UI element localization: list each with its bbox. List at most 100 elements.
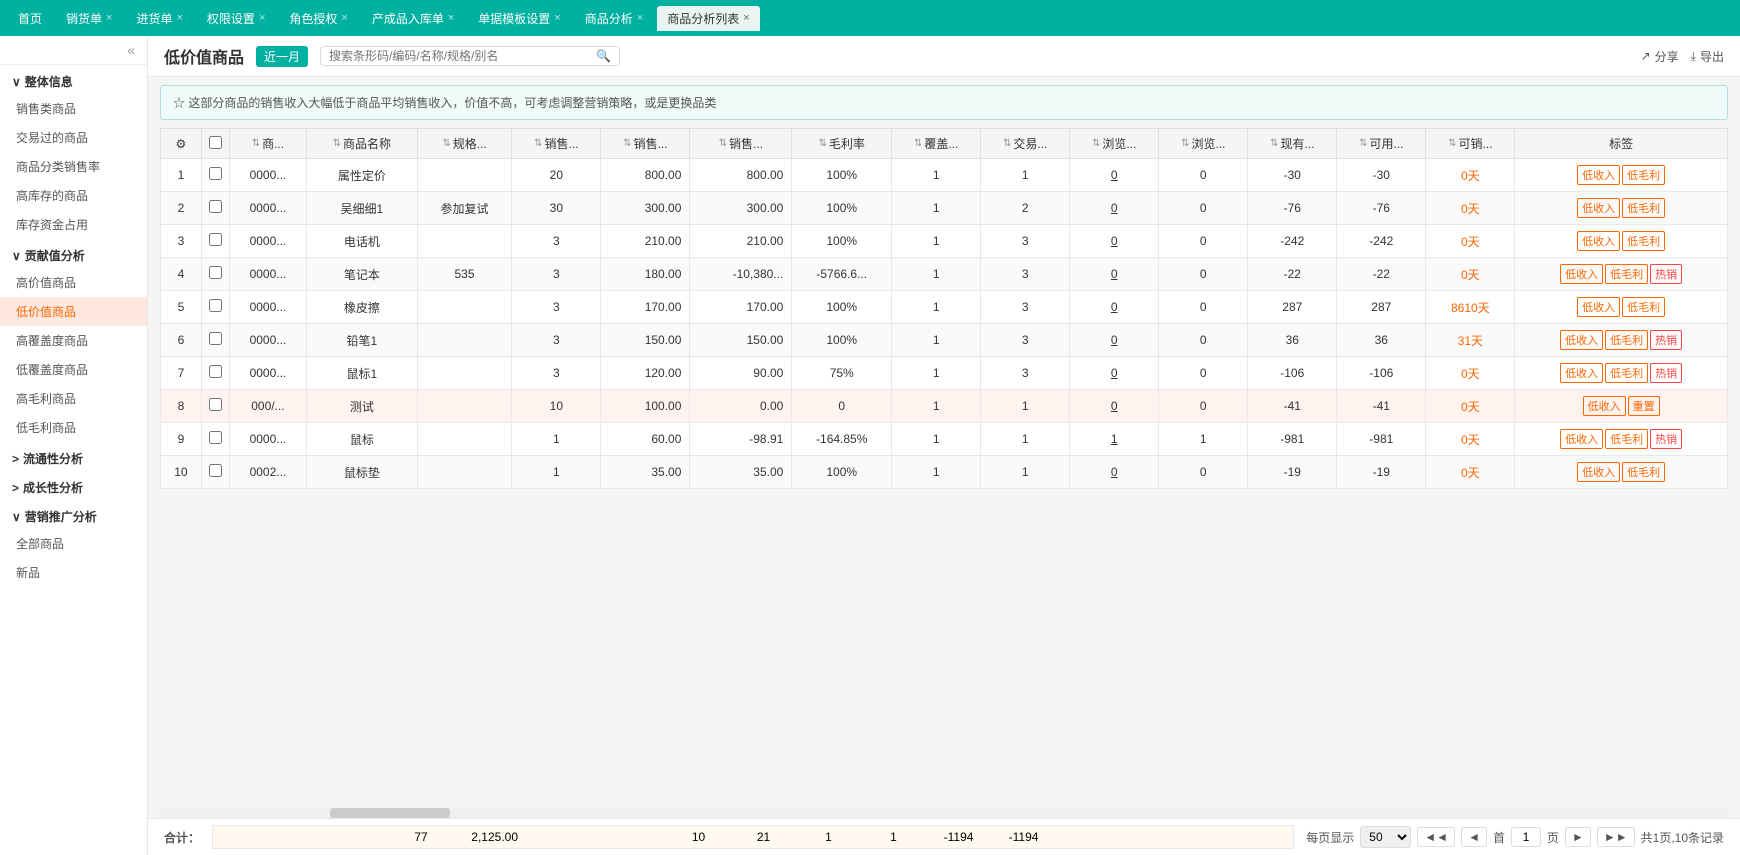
browse-link[interactable]: 0 [1111, 333, 1118, 347]
nav-template-settings[interactable]: 单据模板设置 × [468, 6, 570, 31]
sidebar-item-high-coverage[interactable]: 高覆盖度商品 [0, 326, 147, 355]
next-page-button[interactable]: ► [1565, 827, 1591, 847]
settings-icon[interactable]: ⚙ [176, 137, 187, 151]
col-checkbox[interactable] [201, 129, 229, 159]
close-icon[interactable]: × [106, 12, 112, 24]
nav-sales-order[interactable]: 销货单 × [56, 6, 122, 31]
row-checkbox-cell[interactable] [201, 423, 229, 456]
sidebar-item-high-stock[interactable]: 高库存的商品 [0, 181, 147, 210]
col-coverage-header[interactable]: ⇅覆盖... [892, 129, 981, 159]
nav-product-analysis[interactable]: 商品分析 × [575, 6, 653, 31]
close-icon[interactable]: × [341, 12, 347, 24]
filter-tag-recent-month[interactable]: 近一月 [256, 46, 308, 67]
nav-role-auth[interactable]: 角色授权 × [279, 6, 357, 31]
product-browse[interactable]: 0 [1070, 390, 1159, 423]
current-page-input[interactable] [1511, 827, 1541, 847]
row-checkbox-cell[interactable] [201, 357, 229, 390]
col-avg-sales-header[interactable]: ⇅销售... [690, 129, 792, 159]
browse-link[interactable]: 0 [1111, 201, 1118, 215]
browse-link[interactable]: 0 [1111, 465, 1118, 479]
sidebar-item-low-coverage[interactable]: 低覆盖度商品 [0, 355, 147, 384]
col-spec-header[interactable]: ⇅规格... [417, 129, 512, 159]
row-checkbox[interactable] [209, 398, 222, 411]
nav-home[interactable]: 首页 [8, 6, 52, 31]
browse-link[interactable]: 0 [1111, 399, 1118, 413]
row-checkbox[interactable] [209, 431, 222, 444]
sidebar-item-high-value[interactable]: 高价值商品 [0, 268, 147, 297]
sidebar-group-growth[interactable]: > 成长性分析 [0, 471, 147, 500]
per-page-select[interactable]: 50 100 200 [1360, 826, 1411, 848]
row-checkbox[interactable] [209, 365, 222, 378]
close-icon[interactable]: × [176, 12, 182, 24]
row-checkbox[interactable] [209, 266, 222, 279]
product-browse[interactable]: 1 [1070, 423, 1159, 456]
sidebar-item-traded-products[interactable]: 交易过的商品 [0, 123, 147, 152]
product-browse[interactable]: 0 [1070, 225, 1159, 258]
col-sales-header[interactable]: ⇅销售... [601, 129, 690, 159]
product-browse[interactable]: 0 [1070, 357, 1159, 390]
row-checkbox-cell[interactable] [201, 258, 229, 291]
sidebar-item-high-margin[interactable]: 高毛利商品 [0, 384, 147, 413]
nav-product-inbound[interactable]: 产成品入库单 × [362, 6, 464, 31]
close-icon[interactable]: × [259, 12, 265, 24]
export-button[interactable]: ⤓ 导出 [1691, 48, 1724, 65]
close-icon[interactable]: × [448, 12, 454, 24]
row-checkbox[interactable] [209, 464, 222, 477]
col-settings[interactable]: ⚙ [161, 129, 202, 159]
sidebar-item-category-sales[interactable]: 商品分类销售率 [0, 152, 147, 181]
sidebar-item-low-value[interactable]: 低价值商品 [0, 297, 147, 326]
browse-link[interactable]: 0 [1111, 300, 1118, 314]
browse-link[interactable]: 0 [1111, 234, 1118, 248]
col-code-header[interactable]: ⇅商... [229, 129, 306, 159]
row-checkbox[interactable] [209, 200, 222, 213]
row-checkbox-cell[interactable] [201, 192, 229, 225]
close-icon[interactable]: × [554, 12, 560, 24]
close-icon[interactable]: × [743, 12, 749, 24]
sidebar-item-all-products[interactable]: 全部商品 [0, 529, 147, 558]
table-container[interactable]: ⚙ ⇅商... ⇅商品名称 ⇅规格... ⇅销售... ⇅销售... ⇅销售..… [160, 128, 1728, 808]
prev-page-button[interactable]: ◄ [1461, 827, 1487, 847]
row-checkbox-cell[interactable] [201, 225, 229, 258]
row-checkbox-cell[interactable] [201, 291, 229, 324]
col-gross-rate-header[interactable]: ⇅毛利率 [792, 129, 892, 159]
nav-product-analysis-list[interactable]: 商品分析列表 × [657, 6, 759, 31]
sidebar-group-overall[interactable]: ∨ 整体信息 [0, 65, 147, 94]
horizontal-scrollbar[interactable] [160, 808, 1728, 818]
search-icon[interactable]: 🔍 [596, 49, 611, 63]
share-button[interactable]: ↗ 分享 [1641, 48, 1679, 65]
sidebar-item-new-products[interactable]: 新品 [0, 558, 147, 587]
row-checkbox[interactable] [209, 299, 222, 312]
col-browse1-header[interactable]: ⇅浏览... [1070, 129, 1159, 159]
browse-link[interactable]: 1 [1111, 432, 1118, 446]
collapse-button[interactable]: « [123, 40, 139, 60]
row-checkbox-cell[interactable] [201, 159, 229, 192]
browse-link[interactable]: 0 [1111, 366, 1118, 380]
col-avail-header[interactable]: ⇅可用... [1337, 129, 1426, 159]
select-all-checkbox[interactable] [209, 136, 222, 149]
col-stock-header[interactable]: ⇅现有... [1248, 129, 1337, 159]
browse-link[interactable]: 0 [1111, 168, 1118, 182]
product-browse[interactable]: 0 [1070, 324, 1159, 357]
sidebar-item-sales-products[interactable]: 销售类商品 [0, 94, 147, 123]
col-trade-header[interactable]: ⇅交易... [981, 129, 1070, 159]
sidebar-item-stock-fund[interactable]: 库存资金占用 [0, 210, 147, 239]
first-page-button[interactable]: ◄◄ [1417, 827, 1455, 847]
row-checkbox[interactable] [209, 332, 222, 345]
product-browse[interactable]: 0 [1070, 456, 1159, 489]
close-icon[interactable]: × [637, 12, 643, 24]
col-name-header[interactable]: ⇅商品名称 [306, 129, 417, 159]
product-browse[interactable]: 0 [1070, 192, 1159, 225]
nav-purchase-order[interactable]: 进货单 × [126, 6, 192, 31]
row-checkbox-cell[interactable] [201, 456, 229, 489]
nav-permissions[interactable]: 权限设置 × [197, 6, 275, 31]
col-qty-header[interactable]: ⇅销售... [512, 129, 601, 159]
col-browse2-header[interactable]: ⇅浏览... [1159, 129, 1248, 159]
sidebar-group-marketing[interactable]: ∨ 营销推广分析 [0, 500, 147, 529]
scrollbar-thumb[interactable] [330, 808, 450, 818]
product-browse[interactable]: 0 [1070, 291, 1159, 324]
search-input[interactable] [329, 49, 590, 63]
product-browse[interactable]: 0 [1070, 258, 1159, 291]
sidebar-group-liquidity[interactable]: > 流通性分析 [0, 442, 147, 471]
sidebar-group-contribution[interactable]: ∨ 贡献值分析 [0, 239, 147, 268]
row-checkbox[interactable] [209, 233, 222, 246]
